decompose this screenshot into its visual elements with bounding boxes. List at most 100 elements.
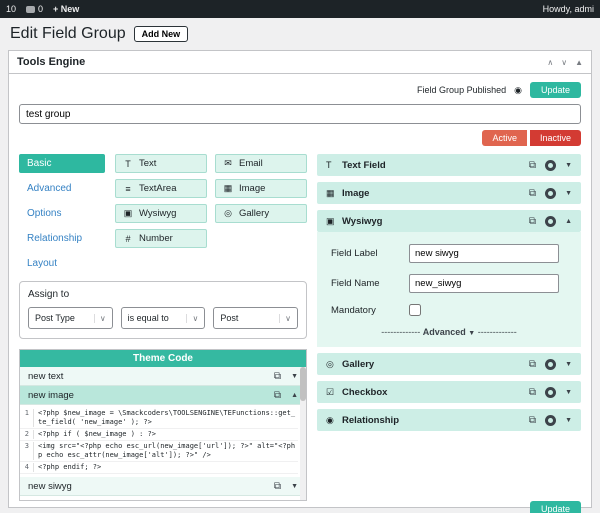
copy-icon[interactable]: ⧉ <box>529 415 536 426</box>
field-type-email[interactable]: ✉ Email <box>215 154 307 173</box>
gear-icon[interactable] <box>545 187 557 199</box>
field-type-textarea[interactable]: ≡ TextArea <box>115 179 207 198</box>
copy-icon[interactable]: ⧉ <box>529 216 536 227</box>
tab-advanced[interactable]: Advanced <box>19 179 105 198</box>
updates-badge[interactable]: 10 <box>6 4 16 14</box>
copy-icon[interactable]: ⧉ <box>529 387 536 398</box>
chevron-down-icon[interactable]: ▼ <box>291 483 298 490</box>
mandatory-label: Mandatory <box>331 304 376 316</box>
field-type-text[interactable]: T Text <box>115 154 207 173</box>
field-type-grid: T Text ✉ Email ≡ TextArea ▦ Image ▣ Wysi… <box>115 154 307 273</box>
wysiwyg-icon: ▣ <box>326 215 335 226</box>
title-bar: Edit Field Group Add New <box>0 18 600 48</box>
theme-code-panel: Theme Code new text ⧉ ▼ new image ⧉ ▲ 1 … <box>19 349 307 501</box>
chevron-down-icon[interactable]: ▼ <box>565 417 572 424</box>
field-header-image[interactable]: ▦ Image ⧉ ▼ <box>317 182 581 204</box>
code-line: 2 <?php if ( $new_image ) : ?> <box>20 429 298 441</box>
copy-icon[interactable]: ⧉ <box>529 160 536 171</box>
field-item-checkbox: ☑ Checkbox ⧉ ▼ <box>317 381 581 403</box>
chevron-down-icon[interactable]: ▼ <box>565 190 572 197</box>
tab-relationship[interactable]: Relationship <box>19 229 105 248</box>
field-item-text: T Text Field ⧉ ▼ <box>317 154 581 176</box>
theme-code-item-new-image[interactable]: new image ⧉ ▲ <box>20 386 306 405</box>
copy-icon[interactable]: ⧉ <box>274 481 281 492</box>
comment-bubble-icon <box>26 5 36 13</box>
wysiwyg-settings: Field Label Field Name Mandatory -- <box>317 232 581 347</box>
code-line: 4 <?php endif; ?> <box>20 462 298 474</box>
field-item-gallery: ◎ Gallery ⧉ ▼ <box>317 353 581 375</box>
operator-select[interactable]: is equal to ∨ <box>120 307 206 329</box>
gear-icon[interactable] <box>545 358 557 370</box>
gear-icon[interactable] <box>545 414 557 426</box>
comments-item[interactable]: 0 <box>26 4 43 14</box>
chevron-down-icon: ∨ <box>186 313 198 323</box>
code-line: 3 <img src="<?php echo esc_url(new_image… <box>20 441 298 462</box>
field-header-relationship[interactable]: ◉ Relationship ⧉ ▼ <box>317 409 581 431</box>
text-icon: T <box>125 158 131 169</box>
add-new-button[interactable]: Add New <box>133 26 189 42</box>
copy-icon[interactable]: ⧉ <box>529 188 536 199</box>
info-icon: ◉ <box>514 84 522 95</box>
published-label: Field Group Published <box>417 85 507 95</box>
scrollbar-thumb[interactable] <box>300 367 306 401</box>
copy-icon[interactable]: ⧉ <box>274 390 281 401</box>
chevron-down-icon[interactable]: ▼ <box>565 361 572 368</box>
field-type-image[interactable]: ▦ Image <box>215 179 307 198</box>
field-header-checkbox[interactable]: ☑ Checkbox ⧉ ▼ <box>317 381 581 403</box>
chevron-down-icon[interactable]: ▼ <box>565 162 572 169</box>
field-header-gallery[interactable]: ◎ Gallery ⧉ ▼ <box>317 353 581 375</box>
field-type-number[interactable]: # Number <box>115 229 207 248</box>
chevron-down-icon[interactable]: ▼ <box>565 389 572 396</box>
tab-options[interactable]: Options <box>19 204 105 223</box>
theme-code-item-new-text[interactable]: new text ⧉ ▼ <box>20 367 306 386</box>
advanced-toggle[interactable]: ------------- Advanced ▼ ------------- <box>331 327 567 337</box>
group-name-input[interactable] <box>19 104 581 124</box>
gear-icon[interactable] <box>545 159 557 171</box>
image-icon: ▦ <box>223 183 233 193</box>
move-up-icon[interactable]: ∧ <box>547 58 553 67</box>
code-line: 1 <?php $new_image = \Smackcoders\TOOLSE… <box>20 408 298 429</box>
chevron-up-icon[interactable]: ▲ <box>565 218 572 225</box>
wysiwyg-icon: ▣ <box>123 208 133 218</box>
page-title: Edit Field Group <box>10 25 126 42</box>
chevron-up-icon[interactable]: ▲ <box>291 392 298 399</box>
chevron-down-icon[interactable]: ▼ <box>291 373 298 380</box>
field-header-wysiwyg[interactable]: ▣ Wysiwyg ⧉ ▲ <box>317 210 581 232</box>
panel-header: Tools Engine ∧ ∨ ▲ <box>9 51 591 74</box>
field-type-wysiwyg[interactable]: ▣ Wysiwyg <box>115 204 207 223</box>
field-name-label: Field Name <box>331 278 380 289</box>
new-menu[interactable]: + New <box>53 4 79 14</box>
assign-to-box: Assign to Post Type ∨ is equal to ∨ Post <box>19 281 307 339</box>
field-label-label: Field Label <box>331 248 378 259</box>
field-label-input[interactable] <box>409 244 559 263</box>
fields-column: T Text Field ⧉ ▼ ▦ Image ⧉ ▼ ▣ Wysiwyg ⧉… <box>317 154 581 501</box>
gear-icon[interactable] <box>545 386 557 398</box>
gear-icon[interactable] <box>545 215 557 227</box>
field-type-gallery[interactable]: ◎ Gallery <box>215 204 307 223</box>
field-name-input[interactable] <box>409 274 559 293</box>
assign-to-label: Assign to <box>28 289 70 300</box>
post-value-select[interactable]: Post ∨ <box>213 307 299 329</box>
move-down-icon[interactable]: ∨ <box>561 58 567 67</box>
tab-layout[interactable]: Layout <box>19 254 105 273</box>
theme-code-snippet: 1 <?php $new_image = \Smackcoders\TOOLSE… <box>20 405 306 477</box>
active-button[interactable]: Active <box>482 130 527 146</box>
toggle-panel-icon[interactable]: ▲ <box>575 58 583 67</box>
mandatory-checkbox[interactable] <box>409 304 421 316</box>
inactive-button[interactable]: Inactive <box>529 130 581 146</box>
update-button-top[interactable]: Update <box>529 82 581 98</box>
tab-basic[interactable]: Basic <box>19 154 105 173</box>
copy-icon[interactable]: ⧉ <box>529 359 536 370</box>
post-type-select[interactable]: Post Type ∨ <box>28 307 113 329</box>
gallery-icon: ◎ <box>326 358 334 369</box>
update-button-bottom[interactable]: Update <box>529 501 581 513</box>
field-header-text-field[interactable]: T Text Field ⧉ ▼ <box>317 154 581 176</box>
copy-icon[interactable]: ⧉ <box>274 371 281 382</box>
howdy-text[interactable]: Howdy, admi <box>543 4 594 14</box>
chevron-down-icon: ∨ <box>279 313 291 323</box>
field-item-relationship: ◉ Relationship ⧉ ▼ <box>317 409 581 431</box>
text-icon: T <box>326 160 332 170</box>
state-row: Active Inactive <box>19 130 581 146</box>
theme-code-item-new-siwyg[interactable]: new siwyg ⧉ ▼ <box>20 477 306 496</box>
field-item-wysiwyg: ▣ Wysiwyg ⧉ ▲ Field Label new siwyg Fiel… <box>317 210 581 347</box>
